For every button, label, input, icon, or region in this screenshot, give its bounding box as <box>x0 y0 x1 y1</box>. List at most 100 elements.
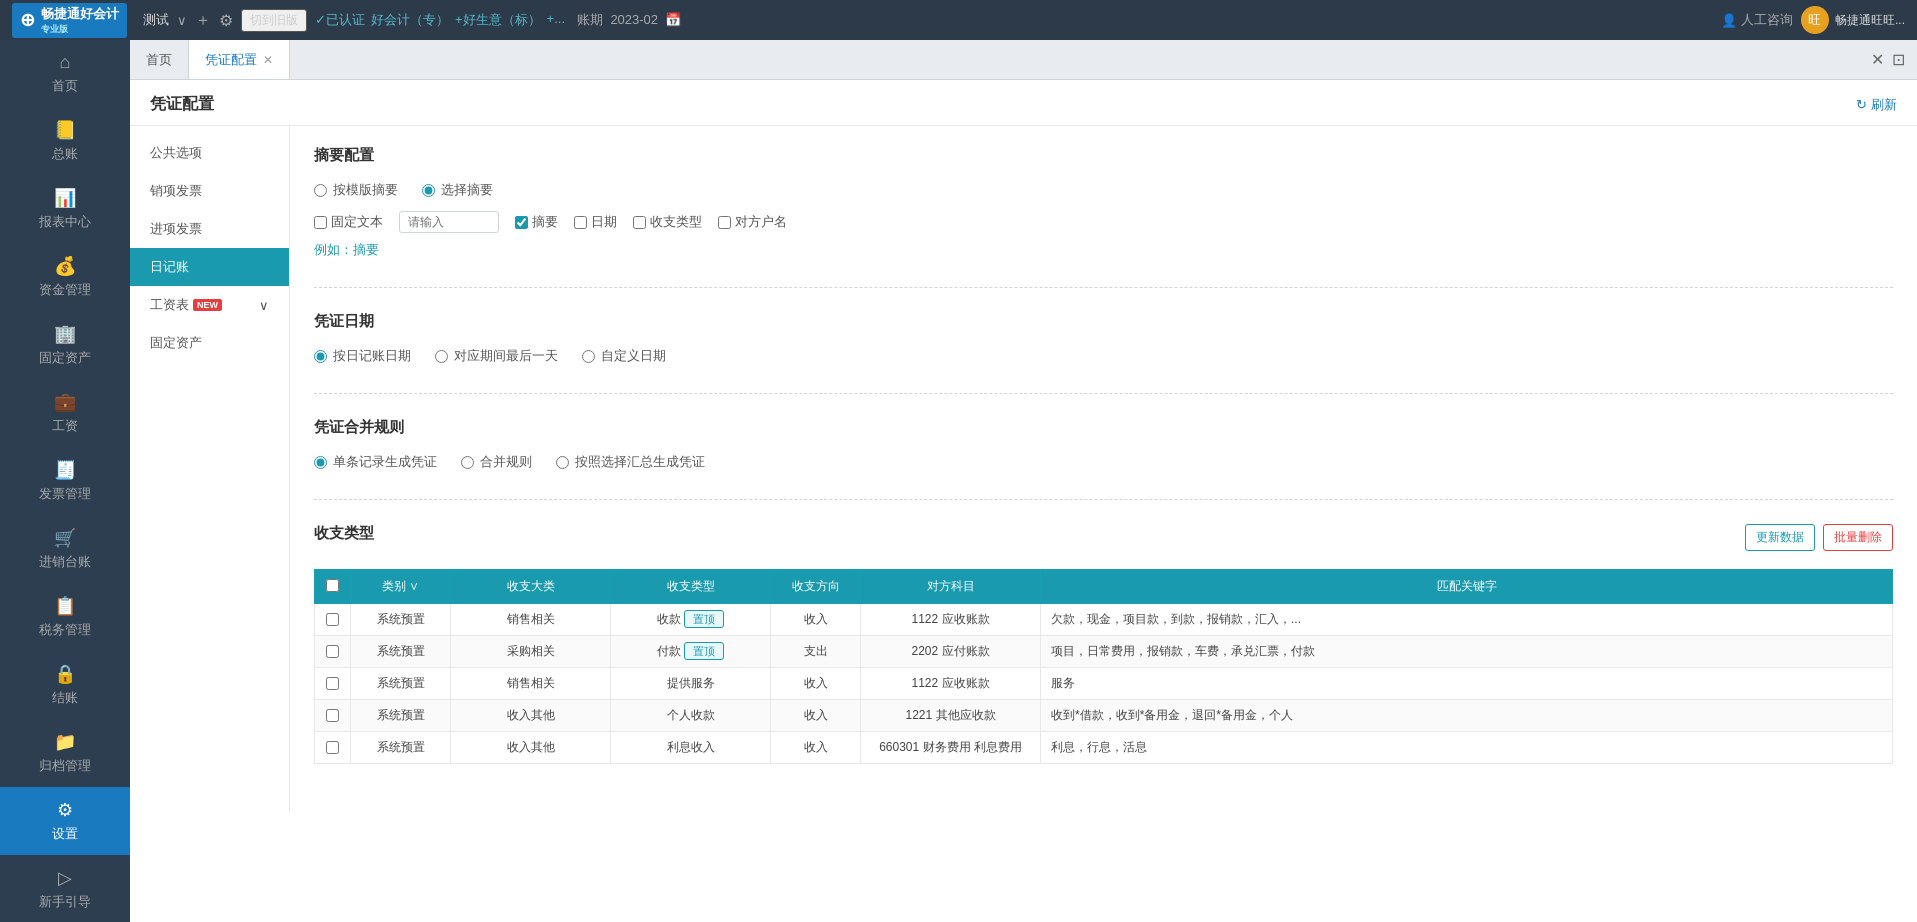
radio-template[interactable]: 按模版摘要 <box>314 181 398 199</box>
top-bar: ⊕ 畅捷通好会计 专业版 测试 ∨ ＋ ⚙ 切到旧版 ✓已认证 好会计（专） +… <box>0 0 1917 40</box>
table-row: 系统预置 收入其他 个人收款 收入 1221 其他应收款 收到*借款，收到*备用… <box>315 700 1893 732</box>
radio-total[interactable]: 按照选择汇总生成凭证 <box>556 453 705 471</box>
row-keyword: 服务 <box>1041 668 1893 700</box>
sidebar-item-salary[interactable]: 💼 工资 <box>0 379 130 447</box>
left-nav-journal[interactable]: 日记账 <box>130 248 289 286</box>
row-account: 660301 财务费用 利息费用 <box>861 732 1041 764</box>
row-checkbox[interactable] <box>326 709 339 722</box>
voucher-date-title: 凭证日期 <box>314 312 1893 331</box>
test-dropdown-arrow[interactable]: ∨ <box>177 13 187 28</box>
left-nav-payroll[interactable]: 工资表 NEW ∨ <box>130 286 289 324</box>
merge-rules-radio-group: 单条记录生成凭证 合并规则 按照选择汇总生成凭证 <box>314 453 1893 471</box>
batch-delete-button[interactable]: 批量删除 <box>1823 524 1893 551</box>
settings-icon[interactable]: ⚙ <box>219 11 233 30</box>
checkbox-summary[interactable]: 摘要 <box>515 213 558 231</box>
row-bigtype: 收入其他 <box>451 732 611 764</box>
sidebar-item-report[interactable]: 📊 报表中心 <box>0 175 130 243</box>
switch-old-version-button[interactable]: 切到旧版 <box>241 9 307 32</box>
row-bigtype: 采购相关 <box>451 636 611 668</box>
settings-nav-icon: ⚙ <box>57 799 73 821</box>
radio-period-last[interactable]: 对应期间最后一天 <box>435 347 558 365</box>
update-data-button[interactable]: 更新数据 <box>1745 524 1815 551</box>
col-check-header[interactable] <box>315 570 351 604</box>
radio-custom-date[interactable]: 自定义日期 <box>582 347 666 365</box>
radio-select[interactable]: 选择摘要 <box>422 181 493 199</box>
tab-bar: 首页 凭证配置 ✕ ✕ ⊡ <box>130 40 1917 80</box>
service-icon: 👤 <box>1721 13 1737 28</box>
sidebar-item-label: 进销台账 <box>39 553 91 571</box>
row-checkbox-cell[interactable] <box>315 732 351 764</box>
row-checkbox-cell[interactable] <box>315 700 351 732</box>
tab-home[interactable]: 首页 <box>130 40 189 79</box>
window-restore-icon[interactable]: ⊡ <box>1892 50 1905 69</box>
radio-merge[interactable]: 合并规则 <box>461 453 532 471</box>
sidebar-item-tax[interactable]: 📋 税务管理 <box>0 583 130 651</box>
sidebar-item-home[interactable]: ⌂ 首页 <box>0 40 130 107</box>
radio-single[interactable]: 单条记录生成凭证 <box>314 453 437 471</box>
test-label: 测试 <box>143 11 169 29</box>
radio-journal-date[interactable]: 按日记账日期 <box>314 347 411 365</box>
refresh-button[interactable]: ↻ 刷新 <box>1856 96 1897 114</box>
checkbox-date[interactable]: 日期 <box>574 213 617 231</box>
sidebar-item-guide[interactable]: ▷ 新手引导 <box>0 855 130 922</box>
row-category: 系统预置 <box>351 604 451 636</box>
row-category: 系统预置 <box>351 732 451 764</box>
checkbox-counterpart[interactable]: 对方户名 <box>718 213 787 231</box>
sidebar-item-close[interactable]: 🔒 结账 <box>0 651 130 719</box>
reset-tag[interactable]: 置顶 <box>684 610 724 628</box>
checkbox-fixed-text[interactable]: 固定文本 <box>314 213 383 231</box>
checkbox-type[interactable]: 收支类型 <box>633 213 702 231</box>
merge-rules-section: 凭证合并规则 单条记录生成凭证 合并规则 <box>314 418 1893 471</box>
row-checkbox-cell[interactable] <box>315 636 351 668</box>
sidebar-item-ledger[interactable]: 📒 总账 <box>0 107 130 175</box>
status-tags: ✓已认证 好会计（专） +好生意（标） +... <box>315 11 565 29</box>
left-nav-fixed-asset[interactable]: 固定资产 <box>130 324 289 362</box>
ledger-icon: 📒 <box>54 119 76 141</box>
sidebar-item-asset[interactable]: 🏢 固定资产 <box>0 311 130 379</box>
tab-voucher-config[interactable]: 凭证配置 ✕ <box>189 40 290 79</box>
two-column-layout: 公共选项 销项发票 进项发票 日记账 工资表 NEW <box>130 126 1917 812</box>
reset-tag[interactable]: 置顶 <box>684 642 724 660</box>
add-icon[interactable]: ＋ <box>195 10 211 31</box>
table-row: 系统预置 销售相关 收款 置顶 收入 1122 应收账款 欠款，现金，项目款，到… <box>315 604 1893 636</box>
row-checkbox[interactable] <box>326 741 339 754</box>
sidebar-item-label: 工资 <box>52 417 78 435</box>
col-category-header[interactable]: 类别 ∨ <box>351 570 451 604</box>
row-account: 2202 应付账款 <box>861 636 1041 668</box>
avatar: 旺 <box>1801 6 1829 34</box>
left-nav-sales-invoice[interactable]: 销项发票 <box>130 172 289 210</box>
row-checkbox-cell[interactable] <box>315 604 351 636</box>
row-account: 1122 应收账款 <box>861 668 1041 700</box>
left-nav-public[interactable]: 公共选项 <box>130 134 289 172</box>
sidebar-item-label: 总账 <box>52 145 78 163</box>
salary-icon: 💼 <box>54 391 76 413</box>
row-category: 系统预置 <box>351 636 451 668</box>
sidebar-item-archive[interactable]: 📁 归档管理 <box>0 719 130 787</box>
sidebar-item-fund[interactable]: 💰 资金管理 <box>0 243 130 311</box>
fixed-text-input[interactable] <box>399 211 499 233</box>
page-title: 凭证配置 <box>150 94 214 115</box>
select-all-checkbox[interactable] <box>326 579 339 592</box>
row-direction: 收入 <box>771 604 861 636</box>
summary-radio-group: 按模版摘要 选择摘要 <box>314 181 1893 199</box>
row-checkbox[interactable] <box>326 645 339 658</box>
service-button[interactable]: 👤 人工咨询 <box>1721 11 1793 29</box>
divider-1 <box>314 287 1893 288</box>
sidebar-item-settings[interactable]: ⚙ 设置 <box>0 787 130 855</box>
row-account: 1221 其他应收款 <box>861 700 1041 732</box>
row-checkbox[interactable] <box>326 613 339 626</box>
sidebar-item-invoice[interactable]: 🧾 发票管理 <box>0 447 130 515</box>
tab-close-icon[interactable]: ✕ <box>263 53 273 67</box>
sidebar-item-label: 新手引导 <box>39 893 91 911</box>
home-icon: ⌂ <box>60 52 71 73</box>
left-nav-purchase-invoice[interactable]: 进项发票 <box>130 210 289 248</box>
row-checkbox-cell[interactable] <box>315 668 351 700</box>
user-info[interactable]: 旺 畅捷通旺旺... <box>1801 6 1905 34</box>
window-close-icon[interactable]: ✕ <box>1871 50 1884 69</box>
calendar-icon[interactable]: 📅 <box>665 12 681 27</box>
row-type: 利息收入 <box>611 732 771 764</box>
sidebar-item-purchase[interactable]: 🛒 进销台账 <box>0 515 130 583</box>
row-checkbox[interactable] <box>326 677 339 690</box>
sidebar: ⌂ 首页 📒 总账 📊 报表中心 💰 资金管理 🏢 固定资产 💼 工资 🧾 发票… <box>0 40 130 922</box>
row-keyword: 收到*借款，收到*备用金，退回*备用金，个人 <box>1041 700 1893 732</box>
